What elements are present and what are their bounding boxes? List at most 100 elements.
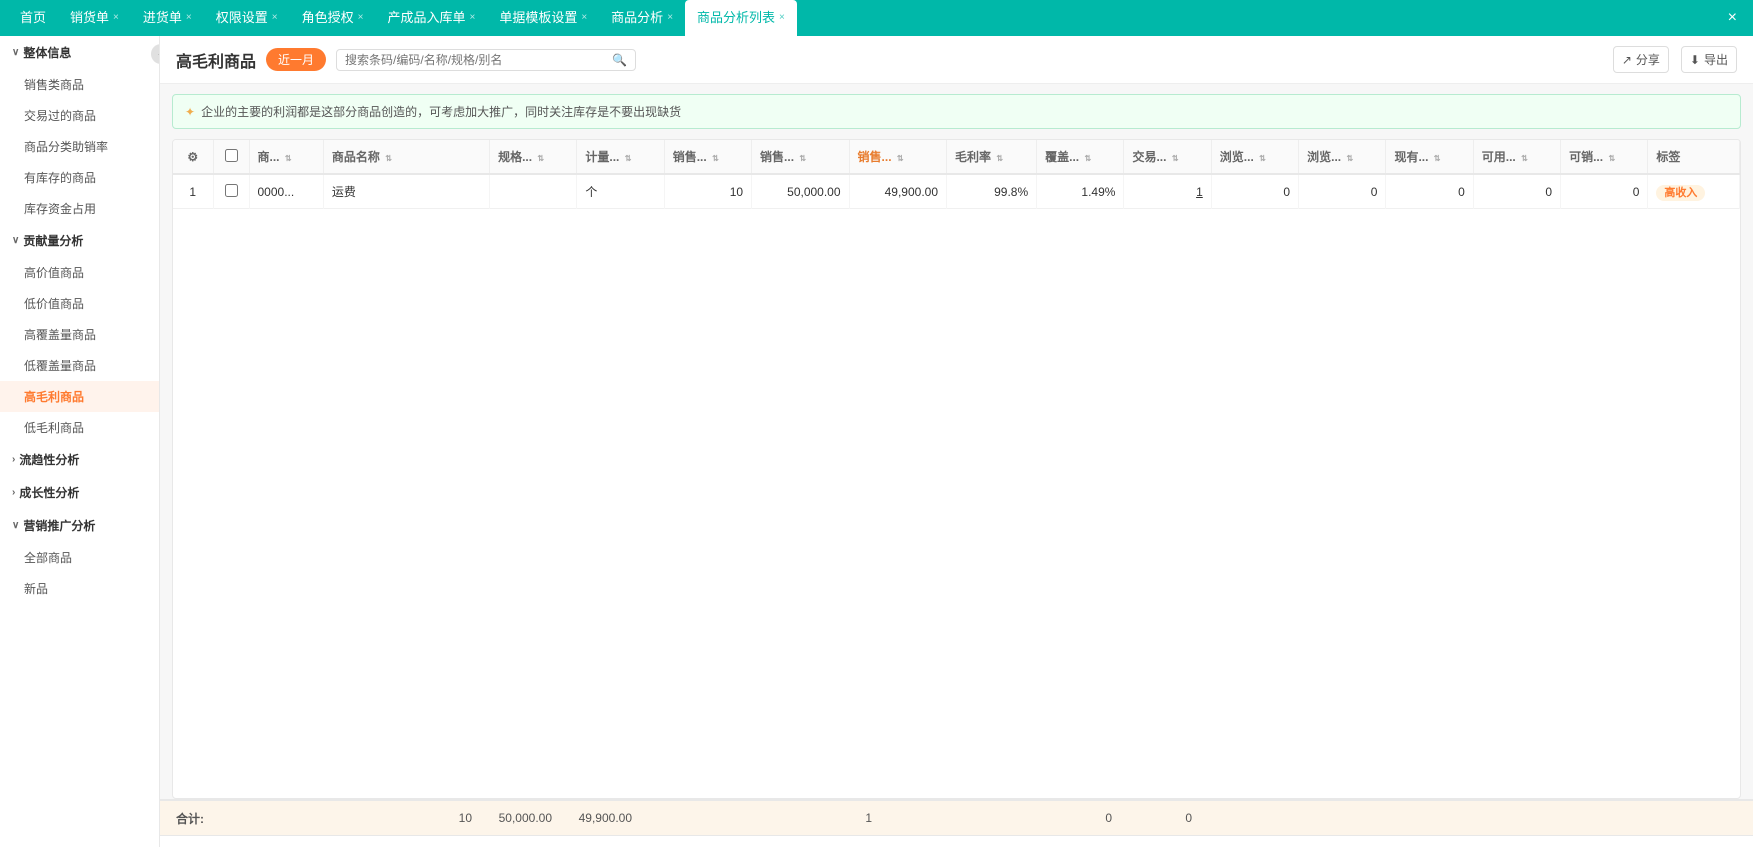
footer-sales-profit: 49,900.00 — [560, 811, 640, 825]
search-input[interactable] — [345, 53, 612, 67]
col-sales-profit[interactable]: 销售... ⇅ — [849, 140, 946, 174]
cell-code: 0000... — [249, 174, 323, 209]
cell-index: 1 — [173, 174, 213, 209]
sidebar-section-overall[interactable]: ∨ 整体信息 — [0, 36, 159, 69]
col-spec[interactable]: 规格... ⇅ — [490, 140, 577, 174]
col-current[interactable]: 现有... ⇅ — [1386, 140, 1473, 174]
cell-sales-profit: 49,900.00 — [849, 174, 946, 209]
footer-empty1 — [640, 811, 720, 825]
footer-empty2 — [720, 811, 800, 825]
footer-sales-qty — [220, 811, 420, 825]
sidebar-section-trend[interactable]: › 流趋性分析 — [0, 443, 159, 476]
nav-close-template[interactable]: × — [581, 0, 587, 36]
header-actions: ↗ 分享 ⬇ 导出 — [1613, 46, 1737, 73]
global-close-btn[interactable]: × — [1720, 9, 1745, 27]
footer-empty3 — [880, 811, 960, 825]
footer-current: 0 — [1040, 811, 1120, 825]
col-sales-amount[interactable]: 销售... ⇅ — [752, 140, 849, 174]
footer-trade: 1 — [800, 811, 880, 825]
content-area: 高毛利商品 近一月 🔍 ↗ 分享 ⬇ 导出 ✦ 企业的主要的利润都是这部分商品创… — [160, 36, 1753, 847]
nav-close-permission[interactable]: × — [272, 0, 278, 36]
col-browse2[interactable]: 浏览... ⇅ — [1299, 140, 1386, 174]
nav-permission-settings[interactable]: 权限设置 × — [204, 0, 290, 36]
sort-amount-icon: ⇅ — [799, 154, 806, 163]
sidebar-item-in-stock[interactable]: 有库存的商品 — [0, 162, 159, 193]
sidebar-section-overall-arrow: ∨ — [12, 47, 19, 58]
table-footer: 合计: 10 50,000.00 49,900.00 1 0 0 — [160, 799, 1753, 835]
col-tag[interactable]: 标签 — [1648, 140, 1740, 174]
nav-role-auth[interactable]: 角色授权 × — [290, 0, 376, 36]
sidebar-section-growth-arrow: › — [12, 487, 15, 498]
cell-saleable: 0 — [1561, 174, 1648, 209]
nav-product-analysis[interactable]: 商品分析 × — [599, 0, 685, 36]
sort-browse2-icon: ⇅ — [1346, 154, 1353, 163]
sort-available-icon: ⇅ — [1521, 154, 1528, 163]
content-header: 高毛利商品 近一月 🔍 ↗ 分享 ⬇ 导出 — [160, 36, 1753, 84]
nav-sales-order[interactable]: 销货单 × — [58, 0, 131, 36]
col-saleable[interactable]: 可销... ⇅ — [1561, 140, 1648, 174]
nav-close-finished[interactable]: × — [469, 0, 475, 36]
tag-badge: 高收入 — [1656, 185, 1705, 201]
info-banner: ✦ 企业的主要的利润都是这部分商品创造的，可考虑加大推广，同时关注库存是不要出现… — [172, 94, 1741, 129]
nav-analysis-list[interactable]: 商品分析列表 × — [685, 0, 797, 36]
col-sales-qty[interactable]: 销售... ⇅ — [664, 140, 751, 174]
nav-close-role[interactable]: × — [358, 0, 364, 36]
nav-close-analysis[interactable]: × — [667, 0, 673, 36]
col-browse1[interactable]: 浏览... ⇅ — [1211, 140, 1298, 174]
sort-qty-icon: ⇅ — [712, 154, 719, 163]
nav-template-settings[interactable]: 单据模板设置 × — [487, 0, 599, 36]
sort-trade-icon: ⇅ — [1172, 154, 1179, 163]
trade-link[interactable]: 1 — [1196, 185, 1203, 199]
export-icon: ⬇ — [1690, 53, 1700, 67]
search-icon[interactable]: 🔍 — [612, 53, 627, 67]
sidebar-item-low-value[interactable]: 低价值商品 — [0, 288, 159, 319]
sidebar-item-high-margin[interactable]: 高毛利商品 — [0, 381, 159, 412]
col-gross-rate[interactable]: 毛利率 ⇅ — [947, 140, 1037, 174]
col-unit[interactable]: 计量... ⇅ — [577, 140, 664, 174]
data-table-container: ⚙ 商... ⇅ 商品名称 ⇅ — [172, 139, 1741, 799]
sidebar: « ∨ 整体信息 销售类商品 交易过的商品 商品分类助销率 有库存的商品 库存资… — [0, 36, 160, 847]
sidebar-section-contribution[interactable]: ∨ 贡献量分析 — [0, 224, 159, 257]
footer-label: 合计: — [176, 810, 204, 827]
sidebar-item-all-goods[interactable]: 全部商品 — [0, 542, 159, 573]
footer-available: 0 — [1120, 811, 1200, 825]
sort-name-icon: ⇅ — [385, 154, 392, 163]
sidebar-item-high-coverage[interactable]: 高覆盖量商品 — [0, 319, 159, 350]
row-checkbox[interactable] — [225, 184, 238, 197]
sidebar-item-new-goods[interactable]: 新品 — [0, 573, 159, 604]
nav-finished-goods[interactable]: 产成品入库单 × — [375, 0, 487, 36]
nav-purchase-order[interactable]: 进货单 × — [131, 0, 204, 36]
cell-name: 运费 — [323, 174, 489, 209]
sidebar-section-growth[interactable]: › 成长性分析 — [0, 476, 159, 509]
sidebar-item-low-coverage[interactable]: 低覆盖量商品 — [0, 350, 159, 381]
footer-empty4 — [960, 811, 1040, 825]
filter-recent-month-btn[interactable]: 近一月 — [266, 48, 326, 71]
settings-icon[interactable]: ⚙ — [187, 150, 198, 164]
nav-close-analysis-list[interactable]: × — [779, 0, 785, 36]
nav-close-purchase[interactable]: × — [186, 0, 192, 36]
sidebar-item-category-rate[interactable]: 商品分类助销率 — [0, 131, 159, 162]
main-layout: « ∨ 整体信息 销售类商品 交易过的商品 商品分类助销率 有库存的商品 库存资… — [0, 36, 1753, 847]
sidebar-item-sales-goods[interactable]: 销售类商品 — [0, 69, 159, 100]
col-code[interactable]: 商... ⇅ — [249, 140, 323, 174]
col-trade[interactable]: 交易... ⇅ — [1124, 140, 1211, 174]
sidebar-item-high-value[interactable]: 高价值商品 — [0, 257, 159, 288]
sort-profit-icon: ⇅ — [897, 154, 904, 163]
col-available[interactable]: 可用... ⇅ — [1473, 140, 1560, 174]
sidebar-item-stock-capital[interactable]: 库存资金占用 — [0, 193, 159, 224]
top-nav: 首页 销货单 × 进货单 × 权限设置 × 角色授权 × 产成品入库单 × 单据… — [0, 0, 1753, 36]
col-coverage[interactable]: 覆盖... ⇅ — [1037, 140, 1124, 174]
nav-home[interactable]: 首页 — [8, 0, 58, 36]
cell-gross-rate: 99.8% — [947, 174, 1037, 209]
bottom-scrollbar-area[interactable] — [160, 835, 1753, 847]
sidebar-item-traded-goods[interactable]: 交易过的商品 — [0, 100, 159, 131]
export-btn[interactable]: ⬇ 导出 — [1681, 46, 1737, 73]
sidebar-item-low-margin[interactable]: 低毛利商品 — [0, 412, 159, 443]
share-btn[interactable]: ↗ 分享 — [1613, 46, 1669, 73]
sidebar-section-marketing[interactable]: ∨ 营销推广分析 — [0, 509, 159, 542]
col-name[interactable]: 商品名称 ⇅ — [323, 140, 489, 174]
nav-close-sales[interactable]: × — [113, 0, 119, 36]
sidebar-section-marketing-arrow: ∨ — [12, 520, 19, 531]
select-all-checkbox[interactable] — [225, 149, 238, 162]
sort-spec-icon: ⇅ — [537, 154, 544, 163]
